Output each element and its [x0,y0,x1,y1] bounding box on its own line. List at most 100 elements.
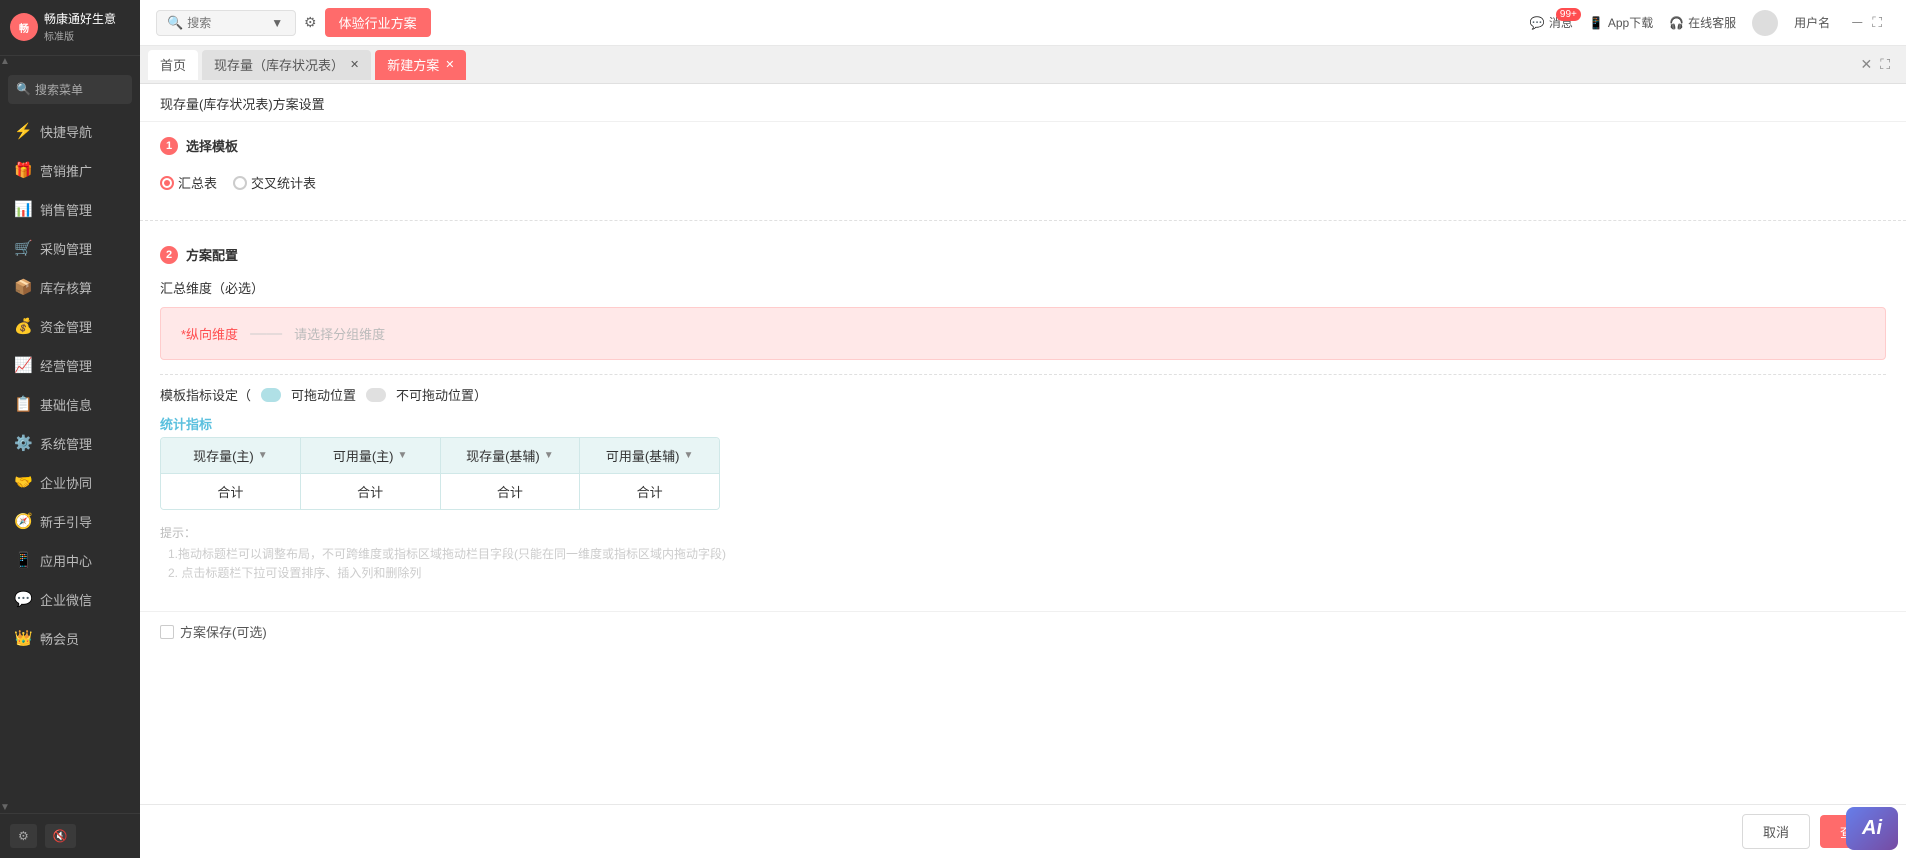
tip-item-1: 2. 点击标题栏下拉可设置排序、插入列和删除列 [160,564,1886,583]
window-controls: － ⛶ [1842,13,1890,33]
sidebar-item-label: 快捷导航 [40,122,92,141]
sidebar-item-label: 资金管理 [40,317,92,336]
tab-new-plan-label: 新建方案 [387,55,439,74]
message-button[interactable]: 💬 消息 99+ [1530,14,1573,31]
minimize-button[interactable]: － [1850,13,1864,33]
tab-new-plan-close[interactable]: ✕ [445,58,454,71]
sidebar-item-system[interactable]: ⚙️ 系统管理 [0,424,140,463]
app-version: 标准版 [44,28,116,43]
sidebar-search[interactable]: 🔍 搜索菜单 [8,75,132,104]
sidebar-item-label: 应用中心 [40,551,92,570]
sidebar-item-quick-nav[interactable]: ⚡ 快捷导航 [0,112,140,151]
col3-chevron[interactable]: ▼ [684,450,694,461]
tab-expand-icon[interactable]: ⛶ [1880,56,1890,73]
save-option-label: 方案保存(可选) [180,622,267,641]
settings-button[interactable]: ⚙ [10,824,37,848]
step1-header: 1 选择模板 [160,136,1886,155]
stats-col-1[interactable]: 可用量(主) ▼ [301,438,441,473]
tab-new-plan[interactable]: 新建方案 ✕ [375,50,466,80]
logo-icon: 畅 [10,13,38,41]
sidebar-item-inventory[interactable]: 📦 库存核算 [0,268,140,307]
trial-button[interactable]: 体验行业方案 [325,8,431,37]
sidebar-item-label: 企业微信 [40,590,92,609]
tab-home[interactable]: 首页 [148,50,198,80]
col3-label: 可用量(基辅) [606,446,680,465]
indicator-setting-label: 模板指标设定（ [160,385,251,404]
stats-cell-2: 合计 [441,474,581,509]
sidebar-item-operation[interactable]: 📈 经营管理 [0,346,140,385]
step2-badge: 2 [160,246,178,264]
col2-chevron[interactable]: ▼ [544,450,554,461]
restore-button[interactable]: ⛶ [1872,14,1882,31]
step1-title: 选择模板 [186,136,238,155]
tab-inventory-close[interactable]: ✕ [350,58,359,71]
app-name: 畅康通好生意 [44,12,116,28]
tab-home-label: 首页 [160,55,186,74]
topbar-gear-icon[interactable]: ⚙ [304,14,317,31]
corp-wechat-icon: 💬 [14,590,32,608]
sidebar-item-marketing[interactable]: 🎁 营销推广 [0,151,140,190]
tab-window-controls: ✕ ⛶ [1852,56,1898,73]
sidebar-item-finance[interactable]: 💰 资金管理 [0,307,140,346]
step2-header: 2 方案配置 [160,245,1886,264]
sidebar-item-members[interactable]: 👑 畅会员 [0,619,140,658]
sound-button[interactable]: 🔇 [45,824,76,848]
save-checkbox[interactable] [160,625,174,639]
cancel-button[interactable]: 取消 [1742,814,1810,849]
col0-label: 现存量(主) [193,446,254,465]
sidebar-footer: ⚙ 🔇 [0,813,140,858]
radio-summary[interactable]: 汇总表 [160,173,217,192]
service-icon: 🎧 [1669,16,1684,30]
tabbar: 首页 现存量（库存状况表） ✕ 新建方案 ✕ ✕ ⛶ [140,46,1906,84]
service-button[interactable]: 🎧 在线客服 [1669,14,1736,31]
topbar: 🔍 ▼ ⚙ 体验行业方案 💬 消息 99+ 📱 App下载 🎧 在线客服 用户 [140,0,1906,46]
non-draggable-badge [366,388,386,402]
sidebar-item-newbie[interactable]: 🧭 新手引导 [0,502,140,541]
message-icon: 💬 [1530,16,1545,30]
topbar-search-input[interactable] [187,16,267,30]
save-option-row: 方案保存(可选) [140,611,1906,651]
app-download-button[interactable]: 📱 App下载 [1589,14,1653,31]
content-area: 现存量(库存状况表)方案设置 1 选择模板 汇总表 交叉统计表 [140,84,1906,804]
user-name: 用户名 [1794,14,1830,31]
vertical-dimension-label: *纵向维度 [181,324,238,343]
sidebar-item-label: 新手引导 [40,512,92,531]
stats-col-0[interactable]: 现存量(主) ▼ [161,438,301,473]
scroll-up-arrow[interactable]: ▲ [0,56,140,67]
radio-cross[interactable]: 交叉统计表 [233,173,316,192]
sidebar-item-label: 采购管理 [40,239,92,258]
purchase-icon: 🛒 [14,239,32,257]
col1-chevron[interactable]: ▼ [398,450,408,461]
sidebar-item-label: 经营管理 [40,356,92,375]
sidebar-item-basic[interactable]: 📋 基础信息 [0,385,140,424]
user-avatar[interactable] [1752,10,1778,36]
draggable-badge [261,388,281,402]
scroll-down-arrow[interactable]: ▼ [0,802,140,813]
sidebar-item-sales[interactable]: 📊 销售管理 [0,190,140,229]
stats-col-3[interactable]: 可用量(基辅) ▼ [580,438,719,473]
sidebar-item-purchase[interactable]: 🛒 采购管理 [0,229,140,268]
stats-col-2[interactable]: 现存量(基辅) ▼ [441,438,581,473]
search-label: 搜索菜单 [35,81,83,98]
stats-table-row: 合计 合计 合计 合计 [161,473,719,509]
tab-inventory-status[interactable]: 现存量（库存状况表） ✕ [202,50,371,80]
ai-badge[interactable]: Ai [1846,807,1898,850]
sidebar-nav: ⚡ 快捷导航 🎁 营销推广 📊 销售管理 🛒 采购管理 📦 库存核算 💰 资金管… [0,112,140,802]
sidebar-item-corp-wechat[interactable]: 💬 企业微信 [0,580,140,619]
topbar-search-box[interactable]: 🔍 ▼ [156,10,296,36]
sidebar-item-label: 畅会员 [40,629,79,648]
topbar-dropdown-icon[interactable]: ▼ [271,16,283,30]
sidebar-item-label: 销售管理 [40,200,92,219]
indicator-setting-row: 模板指标设定（ 可拖动位置 不可拖动位置） [160,385,1886,404]
indicator-draggable-label: 可拖动位置 [291,385,356,404]
col0-chevron[interactable]: ▼ [258,450,268,461]
app-center-icon: 📱 [14,551,32,569]
sidebar-item-label: 营销推广 [40,161,92,180]
stats-table-header: 现存量(主) ▼ 可用量(主) ▼ 现存量(基辅) ▼ 可用量(基辅) ▼ [161,438,719,473]
dimension-placeholder[interactable]: 请选择分组维度 [294,324,385,343]
tab-close-icon[interactable]: ✕ [1860,56,1872,73]
topbar-right: 💬 消息 99+ 📱 App下载 🎧 在线客服 用户名 [1530,10,1830,36]
app-icon: 📱 [1589,16,1604,30]
sidebar-item-app-center[interactable]: 📱 应用中心 [0,541,140,580]
sidebar-item-corp[interactable]: 🤝 企业协同 [0,463,140,502]
